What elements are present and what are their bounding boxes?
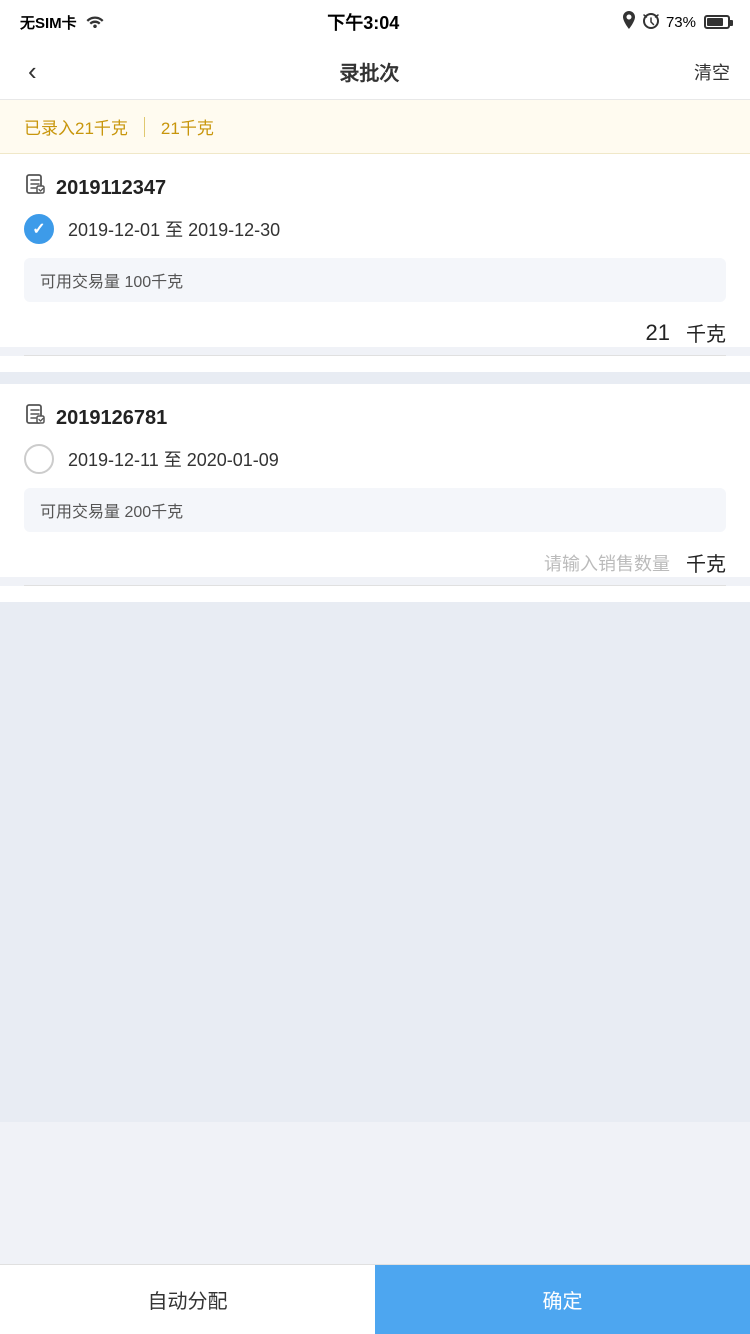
back-button[interactable]: ‹: [20, 48, 45, 95]
item-id-1: 2019112347: [56, 177, 166, 200]
item-card-2: 2019126781 2019-12-11 至 2020-01-09 可用交易量…: [0, 384, 750, 532]
qty-value-1[interactable]: 21: [646, 320, 670, 346]
qty-placeholder-2[interactable]: 请输入销售数量: [544, 550, 670, 576]
page-title: 录批次: [339, 57, 399, 86]
bottom-bar: 自动分配 确定: [0, 1264, 750, 1334]
input-row-2[interactable]: 请输入销售数量 千克: [0, 532, 750, 577]
nav-bar: ‹ 录批次 清空: [0, 44, 750, 100]
available-qty-2: 可用交易量 200千克: [24, 488, 726, 532]
status-left: 无SIM卡: [20, 12, 105, 33]
available-qty-1: 可用交易量 100千克: [24, 258, 726, 302]
item-card-1: 2019112347 2019-12-01 至 2019-12-30 可用交易量…: [0, 154, 750, 302]
status-time: 下午3:04: [327, 9, 399, 35]
battery-icon: [704, 15, 730, 29]
location-icon: [622, 11, 636, 33]
item-row-date-2: 2019-12-11 至 2020-01-09: [24, 444, 726, 474]
alarm-icon: [642, 11, 660, 33]
card-bottom-space-2: [0, 586, 750, 602]
card-bottom-space-1: [0, 356, 750, 372]
clear-button[interactable]: 清空: [694, 59, 730, 85]
summary-banner: 已录入21千克 21千克: [0, 100, 750, 154]
qty-row-1: 21 千克: [0, 302, 750, 347]
summary-divider: [144, 117, 145, 137]
radio-1[interactable]: [24, 214, 54, 244]
item-header-2: 2019126781: [24, 404, 726, 432]
qty-unit-1: 千克: [686, 318, 726, 347]
date-range-2: 2019-12-11 至 2020-01-09: [68, 446, 279, 472]
battery-percent: 73%: [666, 14, 696, 31]
qty-unit-2: 千克: [686, 548, 726, 577]
summary-value: 21千克: [161, 114, 214, 139]
section-divider: [0, 372, 750, 384]
auto-distribute-button[interactable]: 自动分配: [0, 1265, 375, 1334]
item-id-2: 2019126781: [56, 407, 167, 430]
item-row-date-1: 2019-12-01 至 2019-12-30: [24, 214, 726, 244]
date-range-1: 2019-12-01 至 2019-12-30: [68, 216, 280, 242]
sim-text: 无SIM卡: [20, 12, 77, 33]
status-bar: 无SIM卡 下午3:04 73%: [0, 0, 750, 44]
wifi-icon: [85, 12, 105, 32]
document-icon-2: [24, 404, 46, 432]
confirm-button[interactable]: 确定: [375, 1265, 750, 1334]
bottom-area: [0, 602, 750, 1122]
summary-label: 已录入21千克: [24, 114, 128, 139]
status-right: 73%: [622, 11, 730, 33]
document-icon-1: [24, 174, 46, 202]
radio-2[interactable]: [24, 444, 54, 474]
item-header-1: 2019112347: [24, 174, 726, 202]
